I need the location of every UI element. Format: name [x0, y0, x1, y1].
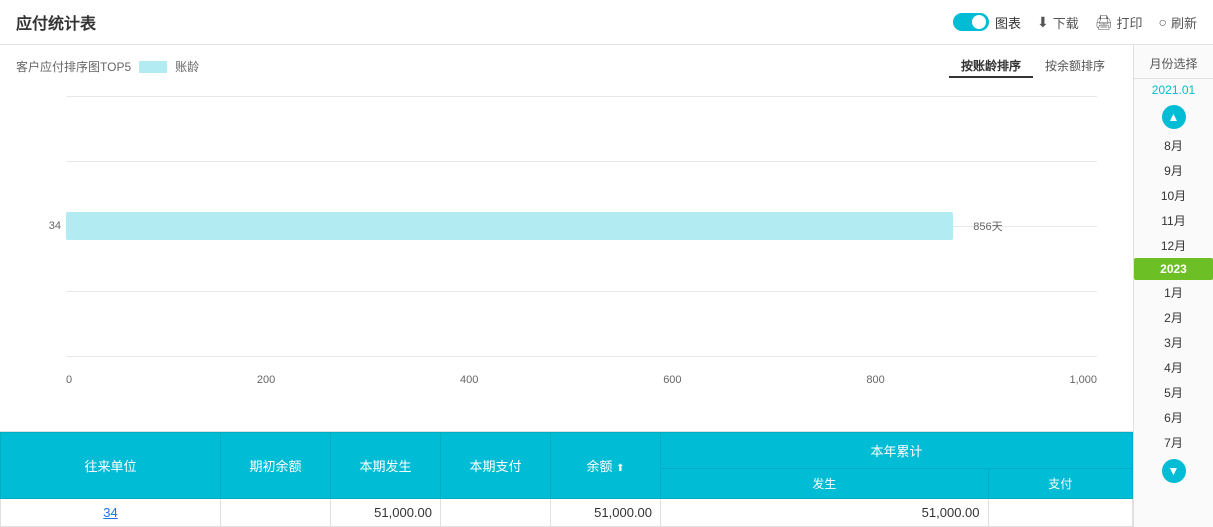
cell-opening — [221, 499, 331, 527]
nav-down-btn[interactable]: ▼ — [1162, 459, 1186, 483]
col-unit: 往来单位 — [1, 433, 221, 499]
print-icon: 🖨 — [1095, 14, 1113, 31]
month-sep[interactable]: 9月 — [1134, 158, 1213, 183]
nav-up-btn[interactable]: ▲ — [1162, 105, 1186, 129]
col-yearly-pay: 支付 — [988, 469, 1132, 499]
cell-yearly-pay — [988, 499, 1132, 527]
sidebar-title: 月份选择 — [1134, 49, 1213, 79]
bar-label: 34 — [31, 220, 61, 232]
right-sidebar: 月份选择 2021.01 ▲ 8月 9月 10月 11月 12月 2023 1月… — [1133, 45, 1213, 527]
month-jul[interactable]: 7月 — [1134, 430, 1213, 455]
sort-by-amount-btn[interactable]: 按余额排序 — [1033, 55, 1117, 78]
cell-yearly-occur: 51,000.00 — [661, 499, 989, 527]
col-yearly-occur: 发生 — [661, 469, 989, 499]
chart-legend: 客户应付排序图TOP5 账龄 — [16, 58, 199, 75]
col-balance: 余额 ⬆ — [551, 433, 661, 499]
table-wrap: 往来单位 期初余额 本期发生 本期支付 余额 ⬆ 本年累计 — [0, 432, 1133, 527]
col-current-pay: 本期支付 — [441, 433, 551, 499]
chart-area: 客户应付排序图TOP5 账龄 按账龄排序 按余额排序 — [0, 45, 1133, 431]
balance-icon: ⬆ — [616, 463, 624, 474]
year-2023-marker[interactable]: 2023 — [1134, 258, 1213, 280]
bar: 856天 — [66, 212, 953, 240]
refresh-label: 刷新 — [1171, 13, 1197, 32]
month-feb[interactable]: 2月 — [1134, 305, 1213, 330]
month-jan[interactable]: 1月 — [1134, 280, 1213, 305]
month-aug[interactable]: 8月 — [1134, 133, 1213, 158]
print-label: 打印 — [1117, 13, 1143, 32]
unit-link[interactable]: 34 — [103, 505, 117, 520]
app-container: 应付统计表 图表 ⬇ 下载 🖨 打印 ○ 刷新 — [0, 0, 1213, 527]
sort-by-balance-btn[interactable]: 按账龄排序 — [949, 55, 1033, 78]
left-panel: 客户应付排序图TOP5 账龄 按账龄排序 按余额排序 — [0, 45, 1133, 527]
cell-current-occur: 51,000.00 — [331, 499, 441, 527]
bar-row: 34 856天 — [66, 212, 1097, 240]
chart-header: 客户应付排序图TOP5 账龄 按账龄排序 按余额排序 — [16, 55, 1117, 78]
header: 应付统计表 图表 ⬇ 下载 🖨 打印 ○ 刷新 — [0, 0, 1213, 45]
data-table: 往来单位 期初余额 本期发生 本期支付 余额 ⬆ 本年累计 — [0, 432, 1133, 527]
col-opening: 期初余额 — [221, 433, 331, 499]
download-label: 下载 — [1053, 13, 1079, 32]
page-title: 应付统计表 — [16, 10, 96, 34]
grid-line-bottom — [66, 356, 1097, 357]
chart-toggle[interactable] — [953, 13, 989, 31]
table-section: 往来单位 期初余额 本期发生 本期支付 余额 ⬆ 本年累计 — [0, 431, 1133, 527]
month-apr[interactable]: 4月 — [1134, 355, 1213, 380]
x-axis-400: 400 — [460, 374, 478, 386]
x-axis-1000: 1,000 — [1069, 374, 1097, 386]
table-row: 34 51,000.00 51,000.00 51,000.00 — [1, 499, 1133, 527]
col-yearly-total: 本年累计 — [661, 433, 1133, 469]
col-current-occur: 本期发生 — [331, 433, 441, 499]
month-oct[interactable]: 10月 — [1134, 183, 1213, 208]
x-axis-0: 0 — [66, 374, 72, 386]
bar-chart: 34 856天 0 200 400 600 800 1,000 — [26, 86, 1107, 386]
chart-legend-box-label: 账龄 — [175, 58, 199, 75]
month-may[interactable]: 5月 — [1134, 380, 1213, 405]
chart-toggle-wrap: 图表 — [953, 13, 1021, 32]
header-actions: 图表 ⬇ 下载 🖨 打印 ○ 刷新 — [953, 13, 1197, 32]
cell-unit: 34 — [1, 499, 221, 527]
month-list: 8月 9月 10月 11月 12月 2023 1月 2月 3月 4月 5月 6月… — [1134, 133, 1213, 455]
month-nov[interactable]: 11月 — [1134, 208, 1213, 233]
refresh-button[interactable]: ○ 刷新 — [1159, 13, 1197, 32]
x-axis-600: 600 — [663, 374, 681, 386]
print-button[interactable]: 🖨 打印 — [1095, 13, 1143, 32]
bar-end-label: 856天 — [973, 218, 1002, 234]
chart-legend-text: 客户应付排序图TOP5 — [16, 58, 131, 75]
download-icon: ⬇ — [1037, 14, 1049, 31]
x-axis: 0 200 400 600 800 1,000 — [66, 374, 1097, 386]
main-content: 客户应付排序图TOP5 账龄 按账龄排序 按余额排序 — [0, 45, 1213, 527]
month-dec[interactable]: 12月 — [1134, 233, 1213, 258]
month-jun[interactable]: 6月 — [1134, 405, 1213, 430]
x-axis-200: 200 — [257, 374, 275, 386]
bar-container: 34 856天 — [66, 96, 1097, 356]
month-mar[interactable]: 3月 — [1134, 330, 1213, 355]
chart-sort: 按账龄排序 按余额排序 — [949, 55, 1117, 78]
table-header-row: 往来单位 期初余额 本期发生 本期支付 余额 ⬆ 本年累计 — [1, 433, 1133, 469]
x-axis-800: 800 — [866, 374, 884, 386]
cell-current-pay — [441, 499, 551, 527]
refresh-icon: ○ — [1159, 14, 1167, 30]
chart-toggle-label: 图表 — [995, 13, 1021, 32]
cell-balance: 51,000.00 — [551, 499, 661, 527]
download-button[interactable]: ⬇ 下载 — [1037, 13, 1079, 32]
legend-box — [139, 61, 167, 73]
sidebar-date: 2021.01 — [1134, 79, 1213, 101]
